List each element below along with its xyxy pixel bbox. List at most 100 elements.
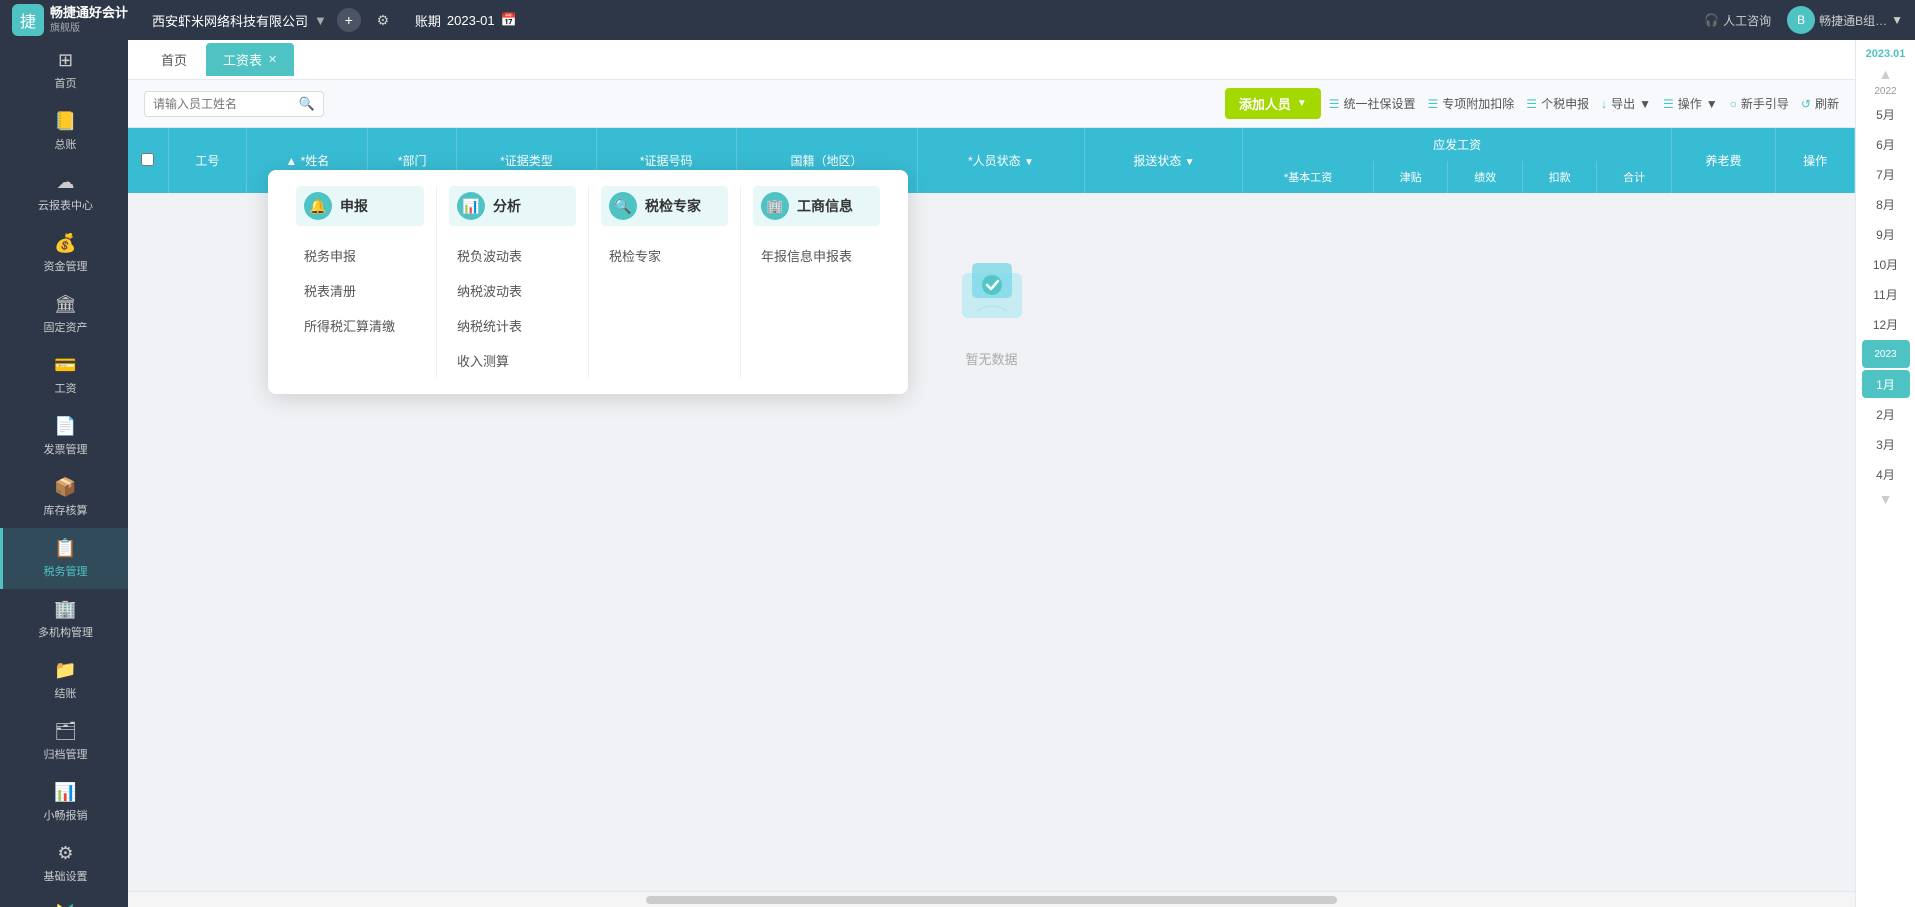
sidebar-item-newguide[interactable]: 🔰 新手引导 (0, 894, 128, 907)
headset-icon: 🎧 (1704, 13, 1719, 27)
tax-icon: 📋 (54, 538, 76, 559)
tab-salary[interactable]: 工资表 ✕ (206, 43, 294, 76)
menu-item-年报信息申报表[interactable]: 年报信息申报表 (753, 238, 880, 273)
chevron-down-icon: ▼ (1297, 98, 1307, 109)
empty-text: 暂无数据 (965, 349, 1017, 368)
sidebar-item-cloud[interactable]: ☁ 云报表中心 (0, 162, 128, 223)
company-selector[interactable]: 西安虾米网络科技有限公司 ▼ (152, 11, 327, 30)
operate-button[interactable]: ☰ 操作 ▼ (1663, 95, 1718, 112)
cal-month-10[interactable]: 10月 (1862, 250, 1910, 278)
menu-item-所得税汇算清缴[interactable]: 所得税汇算清缴 (296, 308, 424, 343)
add-button[interactable]: + (337, 8, 361, 32)
sidebar-item-ledger[interactable]: 📒 总账 (0, 101, 128, 162)
archive-icon: 🗂 (54, 721, 77, 742)
cal-month-8[interactable]: 8月 (1862, 190, 1910, 218)
col-pension: 养老费 (1671, 128, 1775, 193)
multi-icon: 🏢 (54, 599, 76, 620)
sidebar-item-multi[interactable]: 🏢 多机构管理 (0, 589, 128, 650)
sidebar-item-invoice[interactable]: 📄 发票管理 (0, 406, 128, 467)
sidebar-item-funds[interactable]: 💰 资金管理 (0, 223, 128, 284)
search-input[interactable] (153, 97, 293, 111)
settings-icon[interactable]: ⚙ (371, 8, 395, 32)
menu-section-header-税检: 🔍 税检专家 (601, 186, 728, 226)
sidebar-item-tax[interactable]: 📋 税务管理 (0, 528, 128, 589)
cal-month-2[interactable]: 2月 (1862, 400, 1910, 428)
search-icon: 🔍 (299, 96, 315, 112)
sidebar-item-archive[interactable]: 🗂 归档管理 (0, 711, 128, 772)
calendar-icon[interactable]: 📅 (501, 12, 517, 28)
app-logo: 捷 畅捷通好会计 旗舰版 (12, 4, 132, 36)
工商-icon: 🏢 (761, 192, 789, 220)
col-person-status: *人员状态 ▼ (917, 128, 1085, 193)
cal-month-9[interactable]: 9月 (1862, 220, 1910, 248)
sidebar-item-report[interactable]: 📊 小畅报销 (0, 772, 128, 833)
guide-button[interactable]: ○ 新手引导 (1730, 95, 1789, 112)
scrollbar-thumb[interactable] (646, 896, 1337, 904)
chevron-down-icon[interactable]: ▼ (314, 13, 327, 28)
cal-month-12[interactable]: 12月 (1862, 310, 1910, 338)
ledger-icon: 📒 (54, 111, 76, 132)
user-menu[interactable]: B 畅捷通B组… ▼ (1787, 6, 1903, 34)
menu-item-税负波动表[interactable]: 税负波动表 (449, 238, 576, 273)
menu-section-header-分析: 📊 分析 (449, 186, 576, 226)
export-button[interactable]: ↓ 导出 ▼ (1601, 95, 1651, 112)
sidebar-item-assets[interactable]: 🏛 固定资产 (0, 284, 128, 345)
sidebar-item-home[interactable]: ⊞ 首页 (0, 40, 128, 101)
social-settings-button[interactable]: ☰ 统一社保设置 (1329, 95, 1416, 112)
check-all-header[interactable] (128, 128, 168, 193)
menu-item-税务申报[interactable]: 税务申报 (296, 238, 424, 273)
special-icon: ☰ (1428, 97, 1439, 111)
menu-item-纳税波动表[interactable]: 纳税波动表 (449, 273, 576, 308)
refresh-button[interactable]: ↺ 刷新 (1801, 95, 1839, 112)
horizontal-scrollbar[interactable] (128, 891, 1855, 907)
cal-month-5[interactable]: 5月 (1862, 100, 1910, 128)
special-deduction-button[interactable]: ☰ 专项附加扣除 (1428, 95, 1515, 112)
empty-icon (952, 253, 1032, 333)
申报-icon: 🔔 (304, 192, 332, 220)
sidebar-item-salary[interactable]: 💳 工资 (0, 345, 128, 406)
sidebar-item-close[interactable]: 📁 结账 (0, 650, 128, 711)
add-person-button[interactable]: 添加人员 ▼ (1225, 88, 1321, 119)
cal-month-6[interactable]: 6月 (1862, 130, 1910, 158)
search-wrap[interactable]: 🔍 (144, 91, 324, 117)
menu-item-税检专家[interactable]: 税检专家 (601, 238, 728, 273)
tab-home[interactable]: 首页 (144, 43, 204, 76)
cal-month-11[interactable]: 11月 (1862, 280, 1910, 308)
export-icon: ↓ (1601, 97, 1607, 111)
menu-item-纳税统计表[interactable]: 纳税统计表 (449, 308, 576, 343)
col-total: 合计 (1597, 161, 1671, 193)
year-2022-label: 2022 (1874, 84, 1896, 99)
logo-icon: 捷 (12, 4, 44, 36)
cal-month-1-active[interactable]: 1月 (1862, 370, 1910, 398)
col-salary-group: 应发工资 (1243, 128, 1671, 161)
col-basic-salary: *基本工资 (1243, 161, 1373, 193)
calendar-header: 2023.01 (1866, 44, 1906, 64)
filter-icon[interactable]: ▼ (1024, 157, 1034, 168)
col-operation: 操作 (1776, 128, 1855, 193)
col-performance: 绩效 (1448, 161, 1522, 193)
menu-item-收入测算[interactable]: 收入测算 (449, 343, 576, 378)
cal-month-4[interactable]: 4月 (1862, 460, 1910, 488)
period-selector[interactable]: 账期 2023-01 📅 (415, 11, 517, 30)
chevron-down-icon: ▼ (1639, 97, 1651, 111)
sidebar-item-basic[interactable]: ⚙ 基础设置 (0, 833, 128, 894)
sidebar-item-inventory[interactable]: 📦 库存核算 (0, 467, 128, 528)
cal-month-7[interactable]: 7月 (1862, 160, 1910, 188)
top-bar: 捷 畅捷通好会计 旗舰版 西安虾米网络科技有限公司 ▼ + ⚙ 账期 2023-… (0, 0, 1915, 40)
tab-close-icon[interactable]: ✕ (268, 53, 277, 66)
cal-up-icon[interactable]: ▲ (1877, 64, 1895, 84)
year-2023-marker: 2023 (1862, 340, 1910, 368)
support-button[interactable]: 🎧 人工咨询 (1704, 12, 1771, 29)
tax-report-button[interactable]: ☰ 个税申报 (1526, 95, 1589, 112)
menu-section-header-工商: 🏢 工商信息 (753, 186, 880, 226)
close-books-icon: 📁 (54, 660, 76, 681)
report-icon: 📊 (54, 782, 76, 803)
filter-icon[interactable]: ▼ (1185, 157, 1195, 168)
cal-month-3[interactable]: 3月 (1862, 430, 1910, 458)
menu-item-税表清册[interactable]: 税表清册 (296, 273, 424, 308)
assets-icon: 🏛 (54, 294, 77, 315)
check-all-checkbox[interactable] (141, 153, 154, 166)
分析-icon: 📊 (457, 192, 485, 220)
menu-section-header-申报: 🔔 申报 (296, 186, 424, 226)
cal-down-icon[interactable]: ▼ (1877, 489, 1895, 509)
